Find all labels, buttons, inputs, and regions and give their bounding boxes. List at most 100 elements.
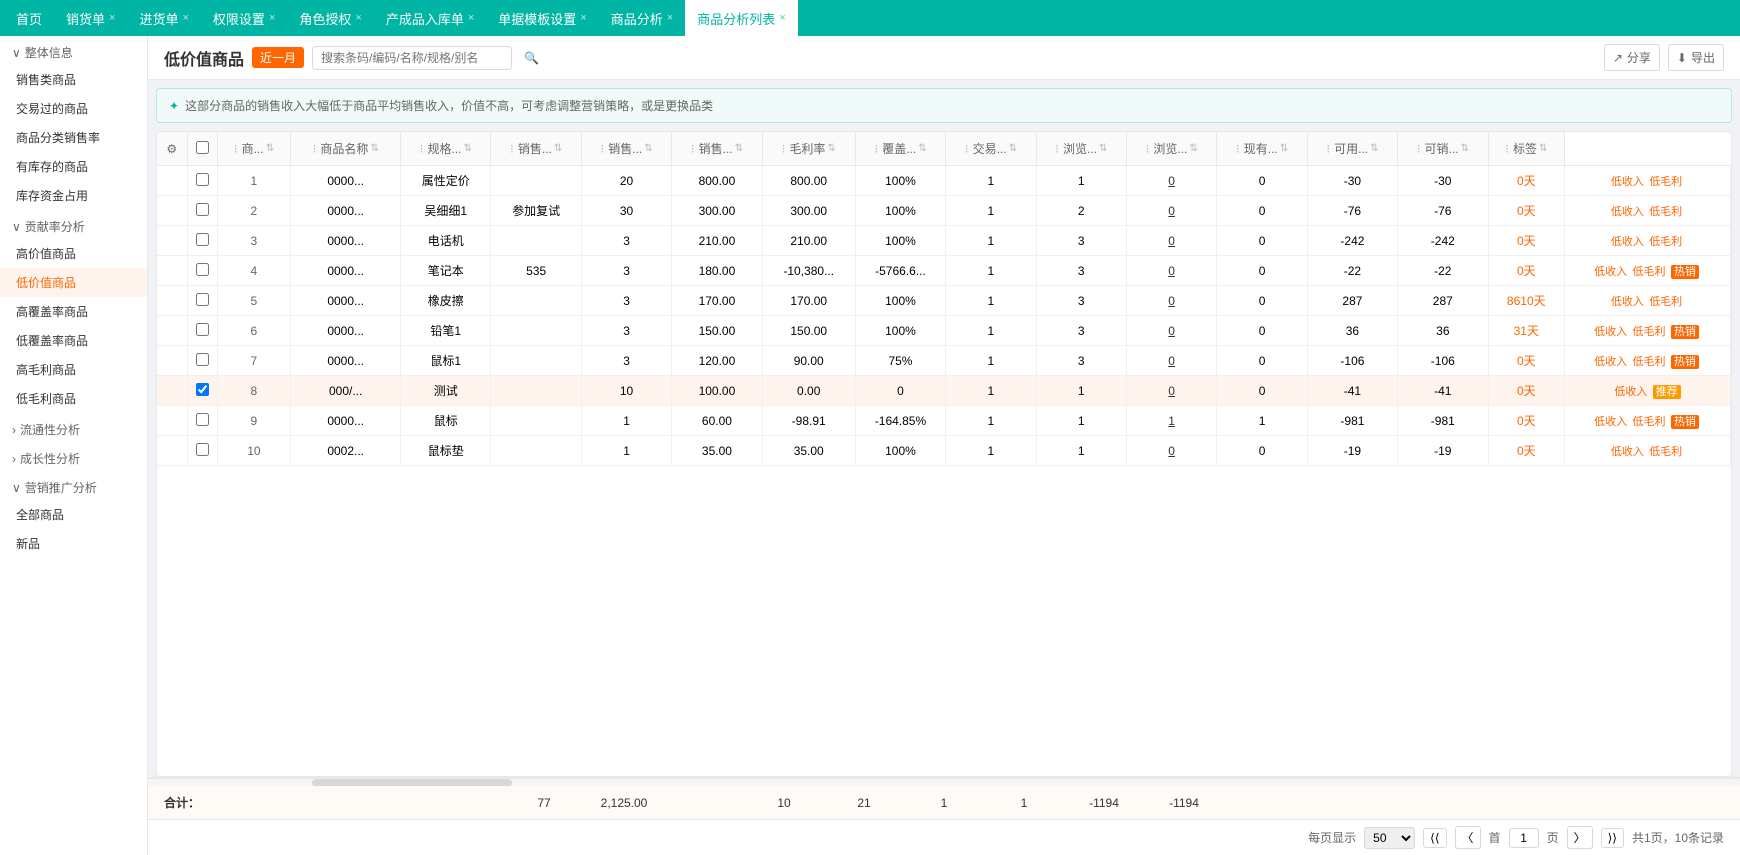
td-checkbox[interactable] — [187, 346, 217, 376]
nav-role-close[interactable]: × — [355, 12, 361, 24]
view1-link[interactable]: 0 — [1168, 354, 1175, 368]
sidebar-item-high-value[interactable]: 高价值商品 — [0, 239, 147, 268]
td-view1[interactable]: 0 — [1126, 376, 1216, 406]
td-checkbox[interactable] — [187, 196, 217, 226]
row-checkbox-5[interactable] — [196, 323, 209, 336]
sidebar-item-low-margin[interactable]: 低毛利商品 — [0, 384, 147, 413]
view1-link[interactable]: 0 — [1168, 324, 1175, 338]
row-checkbox-2[interactable] — [196, 233, 209, 246]
nav-permission-settings[interactable]: 权限设置 × — [201, 0, 287, 36]
nav-template-settings[interactable]: 单据模板设置 × — [486, 0, 598, 36]
row-checkbox-4[interactable] — [196, 293, 209, 306]
per-page-select[interactable]: 50 100 200 — [1364, 827, 1415, 849]
time-filter-btn[interactable]: 近一月 — [252, 47, 304, 68]
nav-role-auth[interactable]: 角色授权 × — [287, 0, 373, 36]
view1-link[interactable]: 0 — [1168, 384, 1175, 398]
td-checkbox[interactable] — [187, 166, 217, 196]
td-view1[interactable]: 0 — [1126, 346, 1216, 376]
sidebar-item-stock-capital[interactable]: 库存资金占用 — [0, 181, 147, 210]
view1-link[interactable]: 0 — [1168, 444, 1175, 458]
nav-purchase-close[interactable]: × — [182, 12, 188, 24]
sidebar-group-marketing[interactable]: ∨ 营销推广分析 — [0, 471, 147, 500]
nav-sales-order[interactable]: 销货单 × — [54, 0, 127, 36]
th-name[interactable]: ⁝商品名称⇅ — [291, 132, 401, 166]
next-page-btn[interactable]: 〉 — [1567, 826, 1593, 849]
view1-link[interactable]: 0 — [1168, 204, 1175, 218]
select-all-checkbox[interactable] — [196, 141, 209, 154]
td-view1[interactable]: 0 — [1126, 286, 1216, 316]
td-checkbox[interactable] — [187, 226, 217, 256]
nav-product-inbound[interactable]: 产成品入库单 × — [374, 0, 486, 36]
sidebar-item-new-goods[interactable]: 新品 — [0, 529, 147, 558]
td-view1[interactable]: 0 — [1126, 166, 1216, 196]
nav-sales-order-close[interactable]: × — [109, 12, 115, 24]
nav-inbound-close[interactable]: × — [468, 12, 474, 24]
prev-page-btn[interactable]: 〈 — [1455, 826, 1481, 849]
share-button[interactable]: ↗ 分享 — [1604, 44, 1660, 71]
th-checkbox[interactable] — [187, 132, 217, 166]
view1-link[interactable]: 0 — [1168, 264, 1175, 278]
view1-link[interactable]: 1 — [1168, 414, 1175, 428]
row-checkbox-7[interactable] — [196, 383, 209, 396]
sidebar-item-sales-goods[interactable]: 销售类商品 — [0, 65, 147, 94]
search-icon[interactable]: 🔍 — [524, 51, 539, 65]
td-checkbox[interactable] — [187, 316, 217, 346]
sidebar-item-category-sales[interactable]: 商品分类销售率 — [0, 123, 147, 152]
sidebar-group-growth[interactable]: › 成长性分析 — [0, 442, 147, 471]
row-checkbox-1[interactable] — [196, 203, 209, 216]
td-checkbox[interactable] — [187, 286, 217, 316]
td-checkbox[interactable] — [187, 436, 217, 466]
search-input[interactable] — [312, 46, 512, 70]
th-spec[interactable]: ⁝规格...⇅ — [401, 132, 491, 166]
view1-link[interactable]: 0 — [1168, 174, 1175, 188]
sidebar-item-traded-goods[interactable]: 交易过的商品 — [0, 94, 147, 123]
sidebar-item-all-goods[interactable]: 全部商品 — [0, 500, 147, 529]
td-view1[interactable]: 0 — [1126, 256, 1216, 286]
nav-analysis-list-close[interactable]: × — [779, 12, 785, 24]
th-code[interactable]: ⁝商...⇅ — [217, 132, 291, 166]
td-view1[interactable]: 0 — [1126, 226, 1216, 256]
th-sale-price[interactable]: ⁝销售...⇅ — [581, 132, 671, 166]
th-sale-qty[interactable]: ⁝销售...⇅ — [491, 132, 581, 166]
row-checkbox-3[interactable] — [196, 263, 209, 276]
page-number-input[interactable] — [1509, 828, 1539, 848]
row-checkbox-8[interactable] — [196, 413, 209, 426]
sidebar-item-high-coverage[interactable]: 高覆盖率商品 — [0, 297, 147, 326]
th-current[interactable]: ⁝现有...⇅ — [1217, 132, 1307, 166]
sidebar-group-contribution[interactable]: ∨ 贡献率分析 — [0, 210, 147, 239]
sidebar-item-low-value[interactable]: 低价值商品 — [0, 268, 147, 297]
td-checkbox[interactable] — [187, 376, 217, 406]
row-checkbox-0[interactable] — [196, 173, 209, 186]
td-view1[interactable]: 0 — [1126, 436, 1216, 466]
data-table-container[interactable]: ⚙ ⁝商...⇅ ⁝商品名称⇅ ⁝规格...⇅ ⁝销售...⇅ ⁝销售...⇅ … — [156, 131, 1732, 777]
view1-link[interactable]: 0 — [1168, 294, 1175, 308]
row-checkbox-9[interactable] — [196, 443, 209, 456]
view1-link[interactable]: 0 — [1168, 234, 1175, 248]
th-gross-rate[interactable]: ⁝毛利率⇅ — [762, 132, 855, 166]
th-tags[interactable]: ⁝标签⇅ — [1488, 132, 1565, 166]
nav-product-analysis[interactable]: 商品分析 × — [599, 0, 685, 36]
export-button[interactable]: ⬇ 导出 — [1668, 44, 1724, 71]
sidebar-item-low-coverage[interactable]: 低覆盖率商品 — [0, 326, 147, 355]
sidebar-item-stock-goods[interactable]: 有库存的商品 — [0, 152, 147, 181]
sidebar-group-circulation[interactable]: › 流通性分析 — [0, 413, 147, 442]
th-sellable[interactable]: ⁝可销...⇅ — [1398, 132, 1488, 166]
td-view1[interactable]: 0 — [1126, 316, 1216, 346]
last-page-btn[interactable]: ⟩⟩ — [1601, 828, 1624, 848]
th-trade[interactable]: ⁝交易...⇅ — [946, 132, 1036, 166]
td-view1[interactable]: 1 — [1126, 406, 1216, 436]
sidebar-item-high-margin[interactable]: 高毛利商品 — [0, 355, 147, 384]
th-available[interactable]: ⁝可用...⇅ — [1307, 132, 1397, 166]
td-checkbox[interactable] — [187, 256, 217, 286]
th-settings[interactable]: ⚙ — [157, 132, 187, 166]
td-view1[interactable]: 0 — [1126, 196, 1216, 226]
nav-permission-close[interactable]: × — [269, 12, 275, 24]
nav-purchase-order[interactable]: 进货单 × — [127, 0, 200, 36]
td-checkbox[interactable] — [187, 406, 217, 436]
row-checkbox-6[interactable] — [196, 353, 209, 366]
first-page-btn[interactable]: ⟨⟨ — [1423, 828, 1446, 848]
nav-template-close[interactable]: × — [580, 12, 586, 24]
nav-analysis-close[interactable]: × — [667, 12, 673, 24]
th-coverage[interactable]: ⁝覆盖...⇅ — [855, 132, 945, 166]
sidebar-group-overall[interactable]: ∨ 整体信息 — [0, 36, 147, 65]
